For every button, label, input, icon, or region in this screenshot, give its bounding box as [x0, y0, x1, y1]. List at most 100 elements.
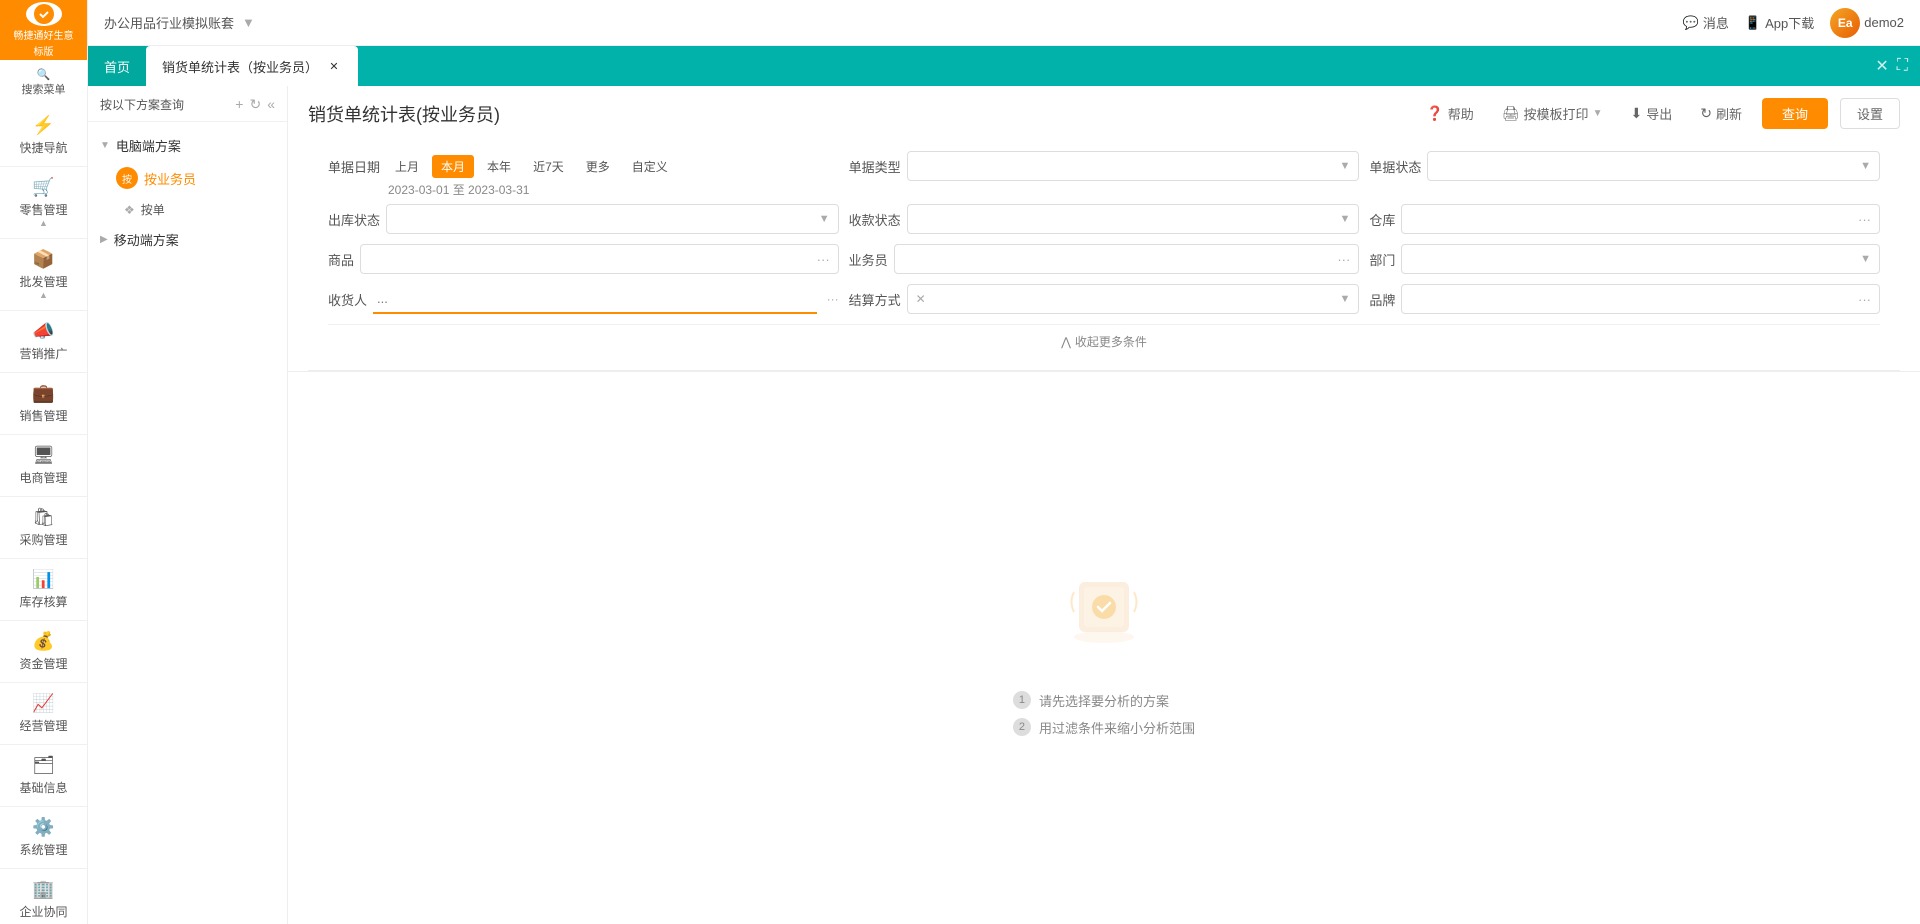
goods-more-icon[interactable]: ···: [817, 252, 830, 267]
sidebar-item-system[interactable]: ⚙️ 系统管理: [0, 807, 87, 869]
refresh-btn[interactable]: ↻ 刷新: [1692, 100, 1750, 127]
goods-select[interactable]: ···: [360, 244, 839, 274]
empty-illustration: [1054, 552, 1154, 671]
bill-status-arrow-icon: ▼: [1860, 160, 1871, 172]
tab-home[interactable]: 首页: [88, 46, 146, 86]
sidebar-item-marketing[interactable]: 📣 营销推广: [0, 311, 87, 373]
date-btn-more[interactable]: 更多: [577, 155, 619, 178]
date-btn-thisyear[interactable]: 本年: [478, 155, 520, 178]
query-btn[interactable]: 查询: [1762, 98, 1828, 129]
logo-text: 畅捷通好生意: [14, 30, 74, 43]
salesperson-more-icon[interactable]: ···: [1337, 252, 1350, 267]
salesperson-select[interactable]: ···: [894, 244, 1360, 274]
warehouse-select[interactable]: ···: [1401, 204, 1880, 234]
department-select[interactable]: ▼: [1401, 244, 1880, 274]
filter-row-1: 单据日期 上月 本月 本年 近7天 更多 自定义: [328, 151, 1880, 181]
date-filter: 上月 本月 本年 近7天 更多 自定义: [386, 155, 677, 178]
salesperson-label: 业务员: [849, 250, 888, 269]
setting-btn[interactable]: 设置: [1840, 98, 1900, 129]
quicknav-icon: ⚡: [32, 115, 54, 136]
filter-receiver-field: 收货人 ···: [328, 284, 839, 314]
tab-sales-stat[interactable]: 销货单统计表（按业务员） ✕: [146, 46, 358, 86]
sidebar: 畅捷通好生意 标版 🔍 搜索菜单 ⚡ 快捷导航 🛒 零售管理 ▲ 📦 批发管理 …: [0, 0, 88, 924]
order-schema-label: 按单: [141, 201, 165, 218]
help-label: 帮助: [1448, 104, 1474, 123]
date-btn-thismonth[interactable]: 本月: [432, 155, 474, 178]
message-btn[interactable]: 💬 消息: [1683, 13, 1729, 32]
schema-group-pc[interactable]: ▼ 电脑端方案: [88, 130, 287, 161]
filter-salesperson-field: 业务员 ···: [849, 244, 1360, 274]
sidebar-item-enterprise[interactable]: 🏢 企业协同: [0, 869, 87, 924]
app-download-btn[interactable]: 📱 App下载: [1745, 13, 1814, 32]
receiver-more-icon[interactable]: ···: [827, 292, 839, 306]
settlement-clear-icon[interactable]: ✕: [916, 292, 926, 306]
sidebar-item-purchase[interactable]: 🛍 采购管理: [0, 497, 87, 559]
brand-more-icon[interactable]: ···: [1858, 292, 1871, 307]
brand-select[interactable]: ···: [1401, 284, 1880, 314]
warehouse-more-icon[interactable]: ···: [1858, 212, 1871, 227]
purchase-label: 采购管理: [19, 531, 67, 548]
filter-out-status-field: 出库状态 ▼: [328, 204, 839, 234]
help-icon: ❓: [1426, 105, 1443, 122]
industry-dropdown-icon[interactable]: ▼: [242, 15, 255, 30]
purchase-icon: 🛍: [32, 507, 55, 528]
add-schema-icon[interactable]: +: [235, 96, 243, 113]
sidebar-item-retail[interactable]: 🛒 零售管理 ▲: [0, 167, 87, 239]
tab-close-all-icon[interactable]: ✕: [1875, 56, 1888, 76]
filter-department-field: 部门 ▼: [1369, 244, 1880, 274]
user-area[interactable]: Ea demo2: [1830, 8, 1904, 38]
help-btn[interactable]: ❓ 帮助: [1418, 100, 1481, 127]
sidebar-item-wholesale[interactable]: 📦 批发管理 ▲: [0, 239, 87, 311]
order-schema-icon: ❖: [124, 203, 135, 217]
out-status-select[interactable]: ▼: [386, 204, 839, 234]
bill-status-select[interactable]: ▼: [1427, 151, 1880, 181]
print-label: 按模板打印: [1524, 104, 1589, 123]
collect-status-select[interactable]: ▼: [907, 204, 1360, 234]
filter-area: 单据日期 上月 本月 本年 近7天 更多 自定义: [308, 139, 1900, 371]
operations-icon: 📈: [32, 693, 54, 714]
sidebar-item-ecommerce[interactable]: 🖥 电商管理: [0, 435, 87, 497]
print-btn[interactable]: 🖨 按模板打印 ▼: [1494, 100, 1611, 127]
collapse-btn[interactable]: ⋀ 收起更多条件: [328, 324, 1880, 358]
date-btn-7days[interactable]: 近7天: [524, 155, 573, 178]
out-status-label: 出库状态: [328, 210, 380, 229]
bill-type-select[interactable]: ▼: [907, 151, 1360, 181]
filter-collect-status-field: 收款状态 ▼: [849, 204, 1360, 234]
tab-expand-icon[interactable]: ⛶: [1897, 57, 1908, 75]
page-title-row: 销货单统计表(按业务员) ❓ 帮助 🖨 按模板打印 ▼ ⬇: [308, 98, 1900, 139]
schema-sub-by-order[interactable]: ❖ 按单: [88, 195, 287, 224]
finance-icon: 💰: [32, 631, 54, 652]
left-panel-header: 按以下方案查询 + ↻ «: [88, 96, 287, 122]
receiver-input[interactable]: [373, 284, 817, 314]
sidebar-item-search[interactable]: 🔍 搜索菜单: [20, 60, 68, 105]
refresh-schema-icon[interactable]: ↻: [249, 96, 261, 113]
enterprise-label: 企业协同: [19, 903, 67, 920]
department-label: 部门: [1369, 250, 1395, 269]
operations-label: 经营管理: [19, 717, 67, 734]
filter-bill-type-field: 单据类型 ▼: [849, 151, 1360, 181]
print-arrow-icon: ▼: [1593, 108, 1603, 119]
tabbar-actions: ✕ ⛶: [1875, 56, 1920, 76]
receiver-label: 收货人: [328, 290, 367, 309]
sidebar-item-sales[interactable]: 💼 销售管理: [0, 373, 87, 435]
quicknav-label: 快捷导航: [19, 139, 67, 156]
schema-group-mobile[interactable]: ▶ 移动端方案: [88, 224, 287, 255]
sidebar-item-finance[interactable]: 💰 资金管理: [0, 621, 87, 683]
settlement-select[interactable]: ✕ ▼: [907, 284, 1360, 314]
enterprise-icon: 🏢: [32, 879, 54, 900]
tab-close-icon[interactable]: ✕: [326, 58, 342, 74]
sidebar-item-quicknav[interactable]: ⚡ 快捷导航: [0, 105, 87, 167]
search-icon: 🔍: [37, 68, 51, 81]
avatar-text: Ea: [1838, 16, 1853, 30]
system-label: 系统管理: [19, 841, 67, 858]
sidebar-item-operations[interactable]: 📈 经营管理: [0, 683, 87, 745]
export-icon: ⬇: [1630, 105, 1642, 122]
sidebar-item-inventory[interactable]: 📊 库存核算: [0, 559, 87, 621]
sidebar-item-basic[interactable]: 🗂 基础信息: [0, 745, 87, 807]
refresh-label: 刷新: [1716, 104, 1742, 123]
date-btn-lastmonth[interactable]: 上月: [386, 155, 428, 178]
schema-item-by-salesperson[interactable]: 按 按业务员: [88, 161, 287, 195]
date-btn-custom[interactable]: 自定义: [623, 155, 677, 178]
export-btn[interactable]: ⬇ 导出: [1622, 100, 1680, 127]
collapse-panel-icon[interactable]: «: [267, 96, 275, 113]
